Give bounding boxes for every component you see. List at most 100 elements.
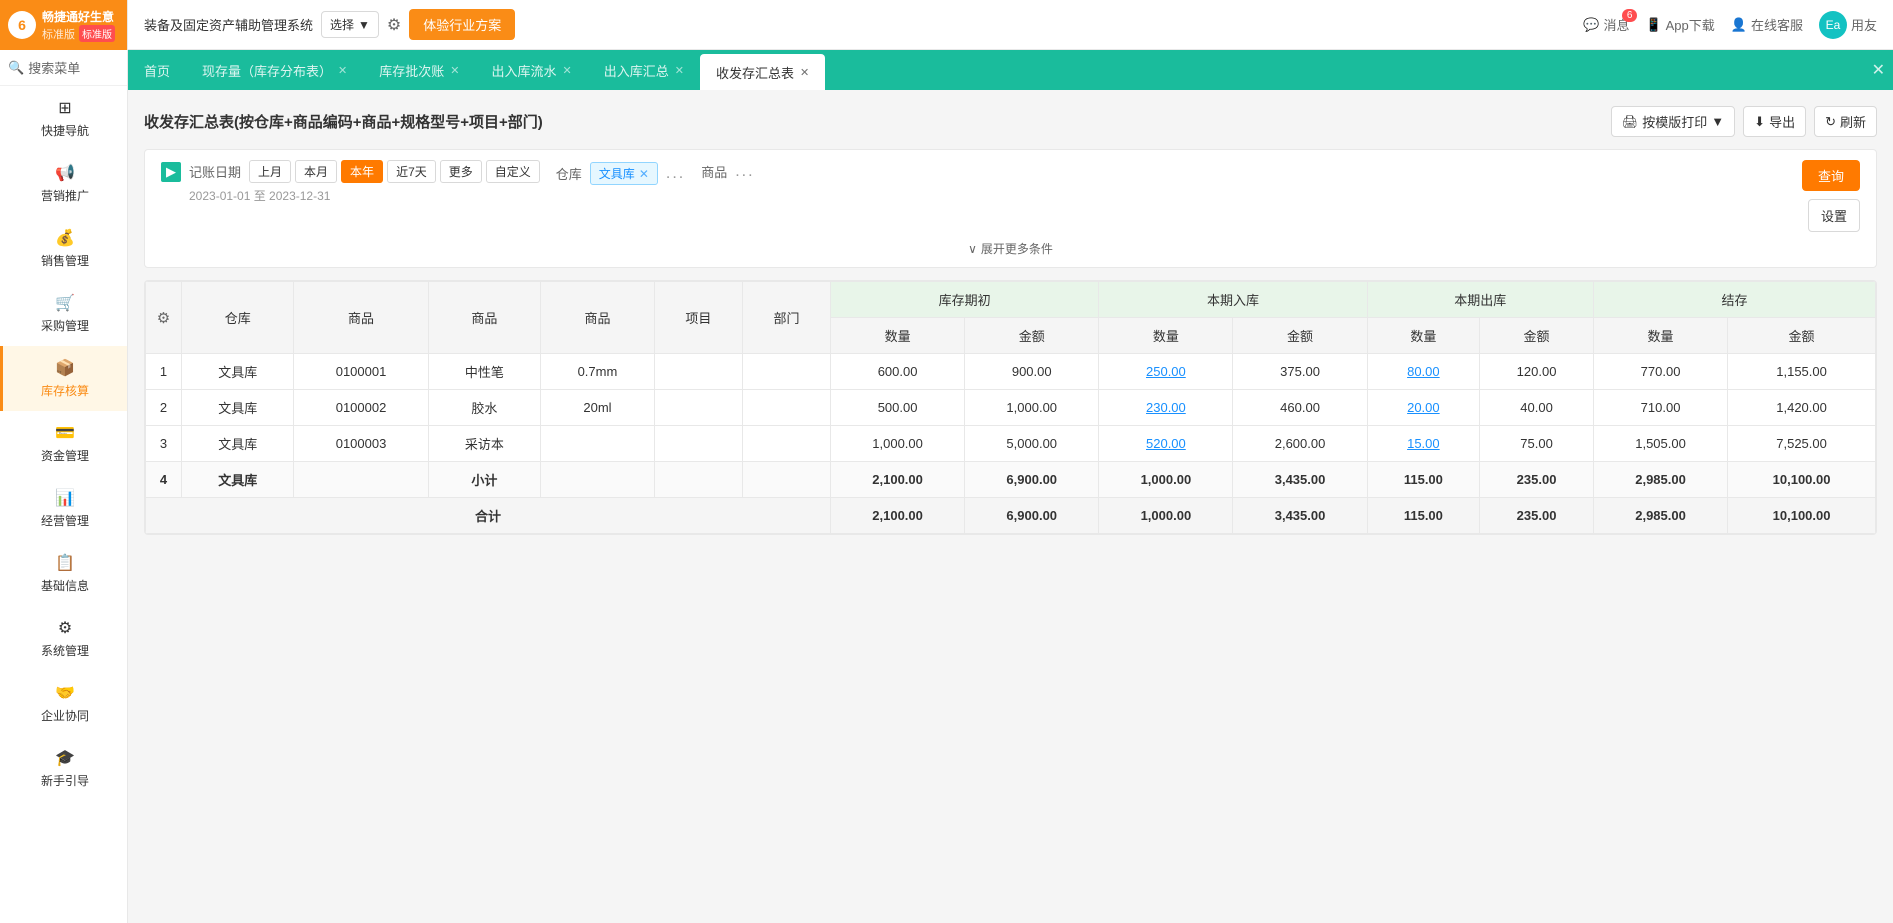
page-actions: 🖨 按模版打印 ▼ ⬇ 导出 ↻ 刷新 — [1611, 106, 1877, 137]
tab-close-batch[interactable]: ✕ — [450, 64, 459, 77]
close-all-tabs-btn[interactable]: ✕ — [1872, 60, 1885, 80]
th-out-qty: 数量 — [1367, 318, 1480, 354]
td-goods-name: 中性笔 — [428, 354, 540, 390]
set-btn[interactable]: 设置 — [1808, 199, 1860, 232]
td-out-qty[interactable]: 80.00 — [1367, 354, 1480, 390]
tab-close-inout-summary[interactable]: ✕ — [675, 64, 684, 77]
online-service-btn[interactable]: 👤 在线客服 — [1731, 15, 1803, 34]
sidebar-item-inventory[interactable]: 📦 库存核算 — [0, 346, 127, 411]
sidebar-item-quick-nav[interactable]: ⊞ 快捷导航 — [0, 86, 127, 151]
td-no: 2 — [146, 390, 182, 426]
td-out-qty[interactable]: 15.00 — [1367, 426, 1480, 462]
td-goods-name: 采访本 — [428, 426, 540, 462]
tab-stock-dist[interactable]: 现存量（库存分布表） ✕ — [186, 50, 363, 90]
column-settings-icon[interactable]: ⚙ — [157, 310, 170, 327]
footer-balance-qty: 2,985.00 — [1593, 498, 1727, 534]
tab-close-recv-send-summary[interactable]: ✕ — [800, 66, 809, 79]
system-title: 装备及固定资产辅助管理系统 — [144, 15, 313, 34]
date-btn-custom[interactable]: 自定义 — [486, 160, 540, 183]
tab-close-stock-dist[interactable]: ✕ — [338, 64, 347, 77]
td-balance-qty: 770.00 — [1593, 354, 1727, 390]
table-row: 1文具库0100001中性笔0.7mm600.00900.00250.00375… — [146, 354, 1876, 390]
sidebar-item-marketing[interactable]: 📢 营销推广 — [0, 151, 127, 216]
warehouse-tag-close[interactable]: ✕ — [639, 167, 649, 181]
tab-close-inout-flow[interactable]: ✕ — [563, 64, 572, 77]
user-menu[interactable]: Ea 用友 — [1819, 11, 1877, 39]
date-btn-last-month[interactable]: 上月 — [249, 160, 291, 183]
app-download-btn[interactable]: 📱 App下载 — [1645, 15, 1714, 34]
basic-icon: 📋 — [55, 553, 75, 573]
tab-inout-flow[interactable]: 出入库流水 ✕ — [475, 50, 587, 90]
message-btn[interactable]: 💬 消息 6 — [1583, 15, 1629, 34]
td-out-amount: 235.00 — [1480, 462, 1594, 498]
td-in-qty: 1,000.00 — [1099, 462, 1233, 498]
expand-conditions-btn[interactable]: ∨ 展开更多条件 — [161, 240, 1860, 257]
td-in-qty[interactable]: 250.00 — [1099, 354, 1233, 390]
tab-home[interactable]: 首页 — [128, 50, 186, 90]
inventory-icon: 📦 — [55, 358, 75, 378]
sidebar-item-enterprise[interactable]: 🤝 企业协同 — [0, 671, 127, 736]
tab-batch[interactable]: 库存批次账 ✕ — [363, 50, 475, 90]
td-goods-code: 0100001 — [294, 354, 428, 390]
sidebar-item-system[interactable]: ⚙ 系统管理 — [0, 606, 127, 671]
query-btn[interactable]: 查询 — [1802, 160, 1860, 191]
td-out-qty: 115.00 — [1367, 462, 1480, 498]
td-warehouse: 文具库 — [182, 390, 294, 426]
sidebar-item-basic[interactable]: 📋 基础信息 — [0, 541, 127, 606]
date-btn-more[interactable]: 更多 — [440, 160, 482, 183]
sidebar-item-finance[interactable]: 💳 资金管理 — [0, 411, 127, 476]
sidebar-item-purchase[interactable]: 🛒 采购管理 — [0, 281, 127, 346]
date-btn-this-year[interactable]: 本年 — [341, 160, 383, 183]
sidebar-item-sales[interactable]: 💰 销售管理 — [0, 216, 127, 281]
td-out-qty[interactable]: 20.00 — [1367, 390, 1480, 426]
td-project — [654, 462, 742, 498]
export-btn[interactable]: ⬇ 导出 — [1743, 106, 1806, 137]
date-btn-this-month[interactable]: 本月 — [295, 160, 337, 183]
tab-inout-summary[interactable]: 出入库汇总 ✕ — [588, 50, 700, 90]
td-goods-code: 0100003 — [294, 426, 428, 462]
sidebar-item-operations[interactable]: 📊 经营管理 — [0, 476, 127, 541]
system-select[interactable]: 选择 ▼ — [321, 11, 379, 38]
td-goods-code — [294, 462, 428, 498]
search-icon: 🔍 — [8, 60, 24, 76]
td-no: 1 — [146, 354, 182, 390]
refresh-icon: ↻ — [1825, 114, 1836, 130]
refresh-btn[interactable]: ↻ 刷新 — [1814, 106, 1877, 137]
goods-more-btn[interactable]: ... — [735, 163, 754, 181]
date-filter-group: 记账日期 上月 本月 本年 近7天 更多 自定义 2023-01-01 至 20… — [189, 160, 540, 204]
logo-text: 畅捷通好生意 标准版 标准版 — [42, 8, 115, 42]
data-table: ⚙ 仓库 商品 商品 商品 项目 部门 库存期初 本期入库 本期出库 结存 — [145, 281, 1876, 534]
filter-right-actions: 查询 设置 — [1802, 160, 1860, 232]
footer-label: 合计 — [146, 498, 831, 534]
quick-nav-icon: ⊞ — [58, 98, 71, 118]
td-goods-spec — [541, 426, 655, 462]
th-goods-code: 商品 — [294, 282, 428, 354]
warehouse-tag: 文具库 ✕ — [590, 162, 658, 185]
chevron-down-icon: ▼ — [1711, 114, 1724, 129]
warehouse-more-btn[interactable]: ... — [666, 165, 685, 183]
date-btn-7days[interactable]: 近7天 — [387, 160, 436, 183]
sidebar-nav: ⊞ 快捷导航 📢 营销推广 💰 销售管理 🛒 采购管理 📦 库存核算 💳 资金管… — [0, 86, 127, 923]
td-in-qty[interactable]: 520.00 — [1099, 426, 1233, 462]
table-container: ⚙ 仓库 商品 商品 商品 项目 部门 库存期初 本期入库 本期出库 结存 — [144, 280, 1877, 535]
logo-icon: 6 — [8, 11, 36, 39]
sidebar: 6 畅捷通好生意 标准版 标准版 🔍 搜索菜单 ⊞ 快捷导航 📢 营销推广 💰 … — [0, 0, 128, 923]
td-in-amount: 375.00 — [1233, 354, 1367, 390]
td-goods-spec: 20ml — [541, 390, 655, 426]
td-project — [654, 390, 742, 426]
date-filter-btns: 上月 本月 本年 近7天 更多 自定义 — [249, 160, 540, 183]
td-in-qty[interactable]: 230.00 — [1099, 390, 1233, 426]
th-out-amount: 金额 — [1480, 318, 1594, 354]
gear-icon[interactable]: ⚙ — [387, 15, 401, 35]
print-btn[interactable]: 🖨 按模版打印 ▼ — [1611, 106, 1735, 137]
tab-recv-send-summary[interactable]: 收发存汇总表 ✕ — [700, 54, 825, 90]
filter-expand-icon[interactable]: ▶ — [161, 162, 181, 182]
td-balance-qty: 2,985.00 — [1593, 462, 1727, 498]
table-row: 2文具库0100002胶水20ml500.001,000.00230.00460… — [146, 390, 1876, 426]
td-department — [742, 354, 830, 390]
sidebar-item-guide[interactable]: 🎓 新手引导 — [0, 736, 127, 801]
td-department — [742, 390, 830, 426]
sidebar-search[interactable]: 🔍 搜索菜单 — [0, 50, 127, 86]
td-opening-amount: 1,000.00 — [965, 390, 1099, 426]
trial-btn[interactable]: 体验行业方案 — [409, 9, 515, 40]
